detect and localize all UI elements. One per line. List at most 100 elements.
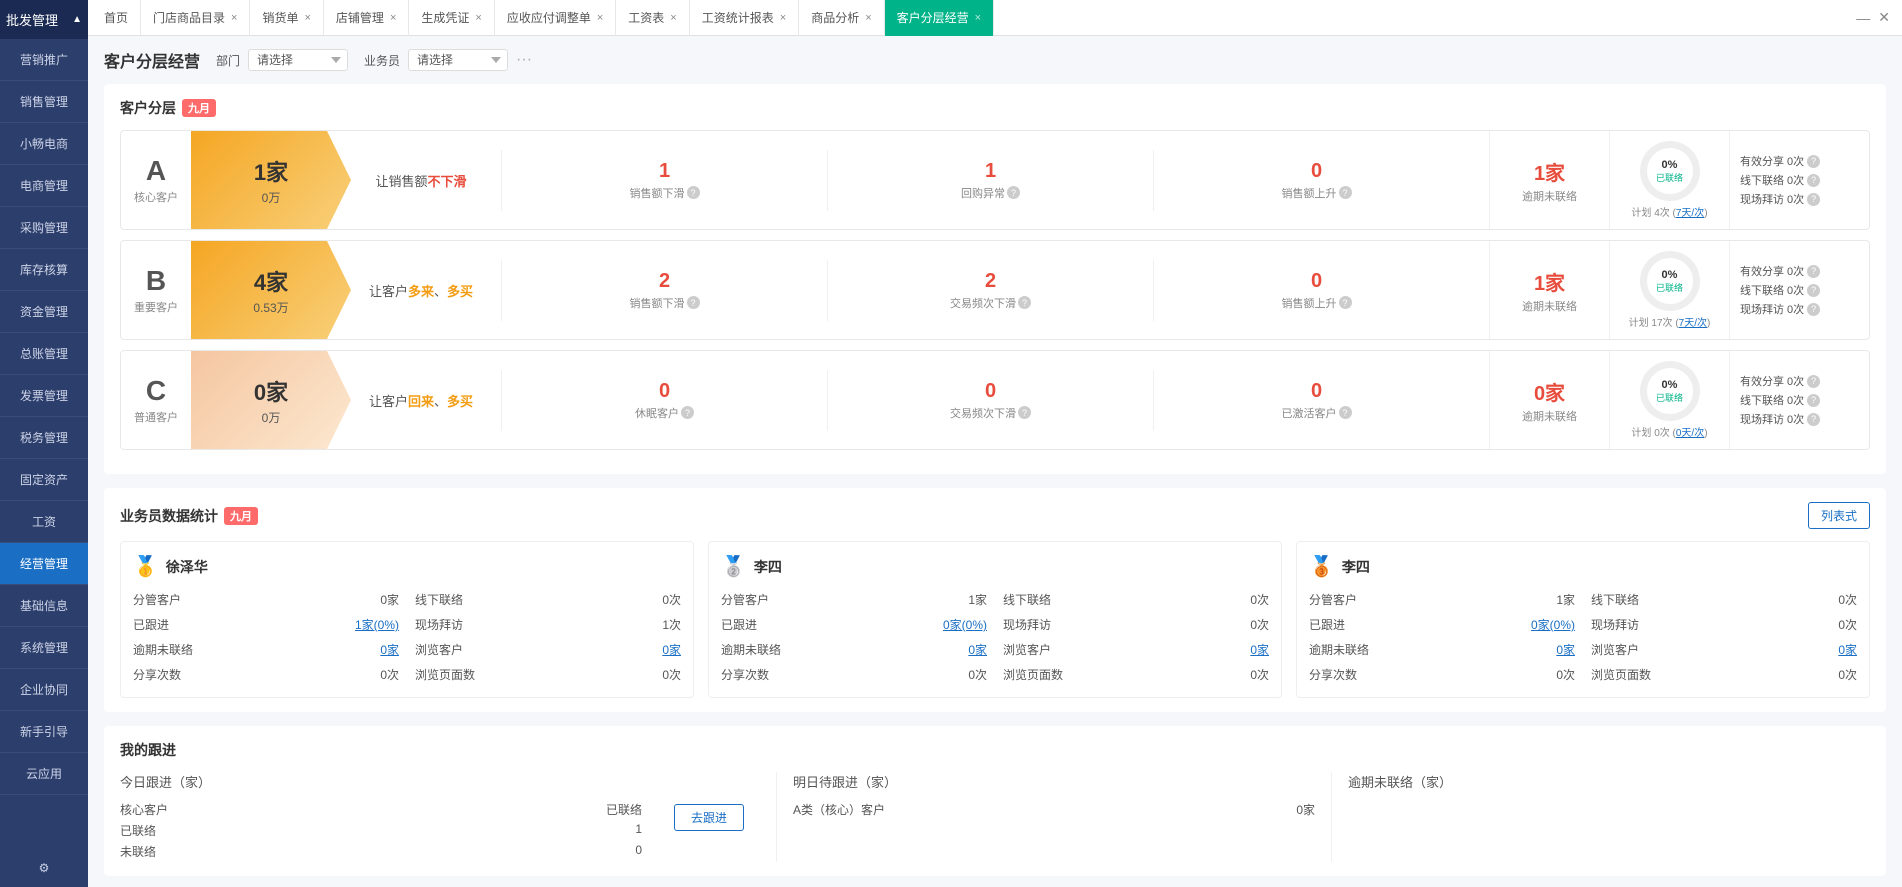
sidebar-item-发票管理[interactable]: 发票管理 bbox=[0, 375, 88, 417]
tab-店铺管理[interactable]: 店铺管理× bbox=[324, 0, 409, 36]
list-view-button[interactable]: 列表式 bbox=[1808, 502, 1870, 529]
sidebar-item-税务管理[interactable]: 税务管理 bbox=[0, 417, 88, 459]
staff-stat: 线下联络0次 bbox=[1591, 589, 1857, 610]
overdue-label: 逾期未联络（家） bbox=[1348, 772, 1870, 791]
tab-close-应收应付调整单[interactable]: × bbox=[597, 12, 603, 24]
sidebar-item-采购管理[interactable]: 采购管理 bbox=[0, 207, 88, 249]
staff-stat: 已跟进0家(0%) bbox=[1309, 614, 1575, 635]
tab-close-工资统计报表[interactable]: × bbox=[780, 12, 786, 24]
staff-stat: 逾期未联络0家 bbox=[1309, 639, 1575, 660]
sidebar-item-经营管理[interactable]: 经营管理 bbox=[0, 543, 88, 585]
sidebar-item-系统管理[interactable]: 系统管理 bbox=[0, 627, 88, 669]
right-stat: 有效分享 0次 ? bbox=[1740, 373, 1859, 389]
sidebar-item-库存核算[interactable]: 库存核算 bbox=[0, 249, 88, 291]
biz-stats-section: 业务员数据统计 九月 列表式 🥇 徐泽华 分管客户0家线下联络0次已跟进1家(0… bbox=[104, 488, 1886, 712]
staff-stat: 浏览页面数0次 bbox=[415, 664, 681, 685]
page-title: 客户分层经营 bbox=[104, 48, 200, 72]
tab-close-商品分析[interactable]: × bbox=[865, 12, 871, 24]
sidebar-item-基础信息[interactable]: 基础信息 bbox=[0, 585, 88, 627]
tab-门店商品目录[interactable]: 门店商品目录× bbox=[141, 0, 250, 36]
tab-首页[interactable]: 首页 bbox=[92, 0, 141, 36]
sales-select[interactable]: 请选择 bbox=[408, 49, 508, 71]
info-icon[interactable]: ? bbox=[1807, 375, 1820, 388]
tier-circle-C: 0% 已联络 计划 0次 (0天/次) bbox=[1609, 351, 1729, 449]
tab-客户分层经营[interactable]: 客户分层经营× bbox=[885, 0, 994, 36]
tab-close-销货单[interactable]: × bbox=[304, 12, 310, 24]
staff-card: 🥈 李四 分管客户1家线下联络0次已跟进0家(0%)现场拜访0次逾期未联络0家浏… bbox=[708, 541, 1282, 698]
info-icon[interactable]: ? bbox=[1807, 394, 1820, 407]
info-icon[interactable]: ? bbox=[1339, 406, 1352, 419]
minimize-icon[interactable]: — bbox=[1856, 10, 1870, 26]
info-icon[interactable]: ? bbox=[1807, 265, 1820, 278]
info-icon[interactable]: ? bbox=[1018, 296, 1031, 309]
info-icon[interactable]: ? bbox=[1807, 303, 1820, 316]
stat-item: 0销售额上升 ? bbox=[1153, 260, 1479, 321]
staff-stat: 浏览客户0家 bbox=[1003, 639, 1269, 660]
info-icon[interactable]: ? bbox=[1339, 186, 1352, 199]
tab-close-客户分层经营[interactable]: × bbox=[975, 12, 981, 24]
tier-label-C: C普通客户 bbox=[121, 351, 191, 449]
tab-生成凭证[interactable]: 生成凭证× bbox=[409, 0, 494, 36]
info-icon[interactable]: ? bbox=[681, 406, 694, 419]
go-followup-button[interactable]: 去跟进 bbox=[674, 804, 744, 831]
filter-more-icon[interactable]: ··· bbox=[516, 51, 532, 69]
section-title-customer: 客户分层 九月 bbox=[120, 98, 1870, 118]
tier-highlight-C: 0家0万 bbox=[191, 351, 351, 449]
sidebar-item-新手引导[interactable]: 新手引导 bbox=[0, 711, 88, 753]
tab-close-门店商品目录[interactable]: × bbox=[231, 12, 237, 24]
tab-应收应付调整单[interactable]: 应收应付调整单× bbox=[495, 0, 616, 36]
sidebar-item-总账管理[interactable]: 总账管理 bbox=[0, 333, 88, 375]
sidebar-item-云应用[interactable]: 云应用 bbox=[0, 753, 88, 795]
tab-工资表[interactable]: 工资表× bbox=[616, 0, 689, 36]
staff-stat: 线下联络0次 bbox=[415, 589, 681, 610]
tab-商品分析[interactable]: 商品分析× bbox=[799, 0, 884, 36]
tier-row-A: A核心客户1家0万让销售额不下滑1销售额下滑 ?1回购异常 ?0销售额上升 ?1… bbox=[120, 130, 1870, 230]
sidebar-item-固定资产[interactable]: 固定资产 bbox=[0, 459, 88, 501]
sidebar-settings[interactable]: ⚙ bbox=[0, 849, 88, 887]
tier-letter: C bbox=[146, 375, 166, 407]
close-all-icon[interactable]: ✕ bbox=[1878, 9, 1890, 26]
sidebar-item-资金管理[interactable]: 资金管理 bbox=[0, 291, 88, 333]
tier-stats-B: 2销售额下滑 ?2交易频次下滑 ?0销售额上升 ? bbox=[491, 241, 1489, 339]
sidebar-item-营销推广[interactable]: 营销推广 bbox=[0, 39, 88, 81]
month-badge: 九月 bbox=[182, 99, 216, 117]
follow-row: 未联络0 bbox=[120, 841, 642, 862]
biz-header: 业务员数据统计 九月 列表式 bbox=[120, 502, 1870, 529]
page-header: 客户分层经营 部门 请选择 业务员 请选择 ··· bbox=[104, 48, 1886, 72]
info-icon[interactable]: ? bbox=[1807, 284, 1820, 297]
tab-close-店铺管理[interactable]: × bbox=[390, 12, 396, 24]
staff-stat: 分享次数0次 bbox=[721, 664, 987, 685]
tier-circle-B: 0% 已联络 计划 17次 (7天/次) bbox=[1609, 241, 1729, 339]
stat-item: 0休眠客户 ? bbox=[501, 370, 827, 431]
biz-title: 业务员数据统计 九月 bbox=[120, 506, 258, 526]
medal-icon: 🥈 bbox=[721, 554, 746, 579]
sales-label: 业务员 bbox=[364, 52, 400, 69]
tab-销货单[interactable]: 销货单× bbox=[250, 0, 323, 36]
staff-stat: 分享次数0次 bbox=[1309, 664, 1575, 685]
sidebar-item-销售管理[interactable]: 销售管理 bbox=[0, 81, 88, 123]
info-icon[interactable]: ? bbox=[1007, 186, 1020, 199]
info-icon[interactable]: ? bbox=[1807, 193, 1820, 206]
info-icon[interactable]: ? bbox=[1807, 413, 1820, 426]
staff-stat: 现场拜访0次 bbox=[1591, 614, 1857, 635]
staff-stat: 逾期未联络0家 bbox=[721, 639, 987, 660]
right-stat: 现场拜访 0次 ? bbox=[1740, 301, 1859, 317]
dept-select[interactable]: 请选择 bbox=[248, 49, 348, 71]
tab-close-生成凭证[interactable]: × bbox=[475, 12, 481, 24]
tier-name: 重要客户 bbox=[134, 299, 178, 315]
staff-stat: 线下联络0次 bbox=[1003, 589, 1269, 610]
sidebar-item-工资[interactable]: 工资 bbox=[0, 501, 88, 543]
sidebar-item-小畅电商[interactable]: 小畅电商 bbox=[0, 123, 88, 165]
tab-close-工资表[interactable]: × bbox=[670, 12, 676, 24]
info-icon[interactable]: ? bbox=[1807, 174, 1820, 187]
info-icon[interactable]: ? bbox=[1807, 155, 1820, 168]
info-icon[interactable]: ? bbox=[1018, 406, 1031, 419]
info-icon[interactable]: ? bbox=[1339, 296, 1352, 309]
tier-stats-A: 1销售额下滑 ?1回购异常 ?0销售额上升 ? bbox=[491, 131, 1489, 229]
info-icon[interactable]: ? bbox=[687, 186, 700, 199]
sidebar-item-企业协同[interactable]: 企业协同 bbox=[0, 669, 88, 711]
tab-工资统计报表[interactable]: 工资统计报表× bbox=[690, 0, 799, 36]
sidebar-item-电商管理[interactable]: 电商管理 bbox=[0, 165, 88, 207]
sidebar-top[interactable]: 批发管理 ▲ bbox=[0, 0, 88, 39]
info-icon[interactable]: ? bbox=[687, 296, 700, 309]
